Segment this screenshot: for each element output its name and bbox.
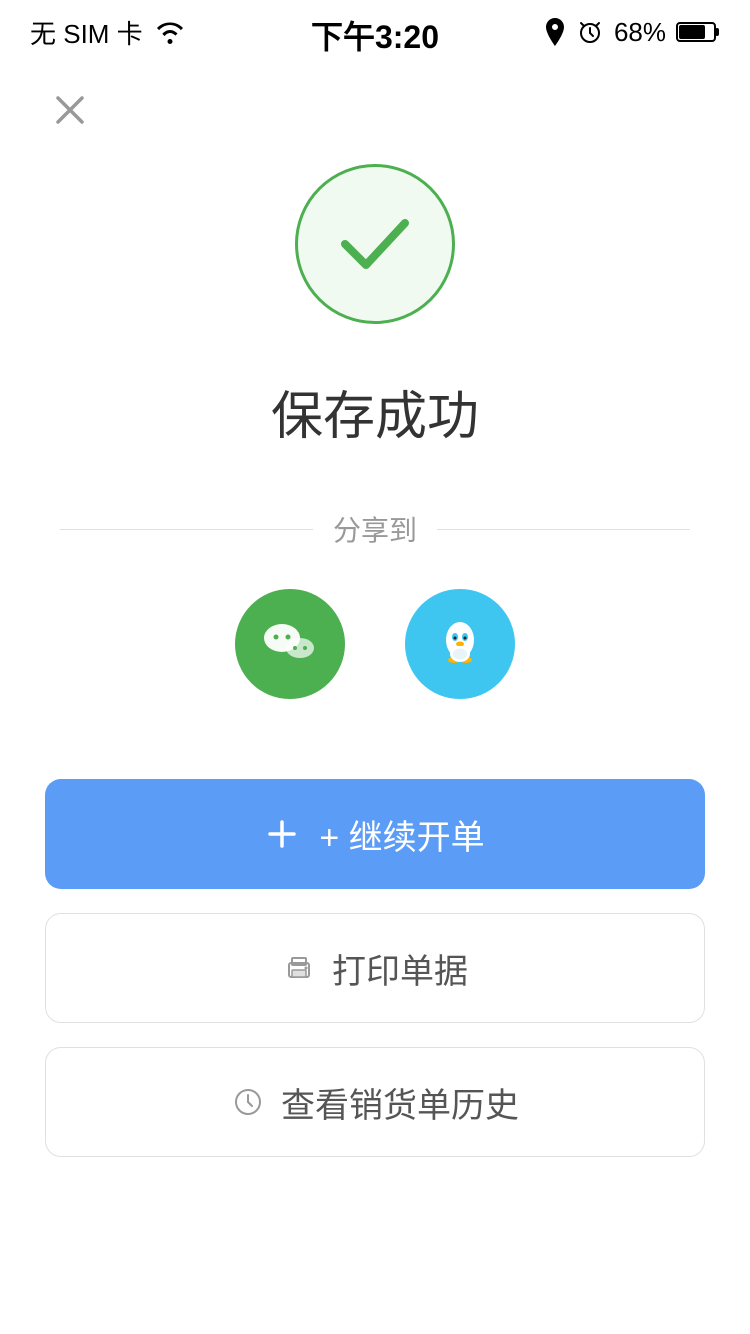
- share-icons-row: [235, 589, 515, 699]
- checkmark-icon: [330, 199, 420, 289]
- divider-line-right: [437, 529, 690, 530]
- divider-line-left: [60, 529, 313, 530]
- status-time: 下午3:20: [311, 12, 439, 58]
- history-button[interactable]: 查看销货单历史: [45, 1047, 705, 1157]
- wechat-icon: [256, 610, 324, 678]
- print-icon: [282, 951, 316, 985]
- clock-icon: [231, 1085, 265, 1119]
- close-button[interactable]: [40, 80, 100, 140]
- plus-icon: [265, 817, 299, 851]
- status-right: 68%: [544, 17, 720, 48]
- success-title: 保存成功: [271, 374, 479, 449]
- no-sim-text: 无 SIM 卡: [30, 14, 143, 51]
- wechat-share-button[interactable]: [235, 589, 345, 699]
- close-icon: [52, 92, 88, 128]
- battery-icon: [676, 20, 720, 44]
- success-indicator: [295, 164, 455, 324]
- action-buttons: + 继续开单 打印单据 查看销货单历史: [0, 779, 750, 1157]
- share-divider: 分享到: [0, 509, 750, 549]
- continue-button[interactable]: + 继续开单: [45, 779, 705, 889]
- print-label: 打印单据: [332, 944, 468, 993]
- alarm-icon: [576, 18, 604, 46]
- share-label: 分享到: [313, 509, 437, 549]
- wifi-icon: [153, 19, 187, 45]
- continue-label: + 继续开单: [319, 810, 484, 859]
- qq-share-button[interactable]: [405, 589, 515, 699]
- history-label: 查看销货单历史: [281, 1078, 519, 1127]
- status-left: 无 SIM 卡: [30, 14, 187, 51]
- print-button[interactable]: 打印单据: [45, 913, 705, 1023]
- status-bar: 无 SIM 卡 下午3:20 68%: [0, 0, 750, 64]
- main-content: 保存成功 分享到: [0, 64, 750, 1157]
- battery-pct: 68%: [614, 17, 666, 48]
- location-icon: [544, 18, 566, 46]
- qq-icon: [426, 610, 494, 678]
